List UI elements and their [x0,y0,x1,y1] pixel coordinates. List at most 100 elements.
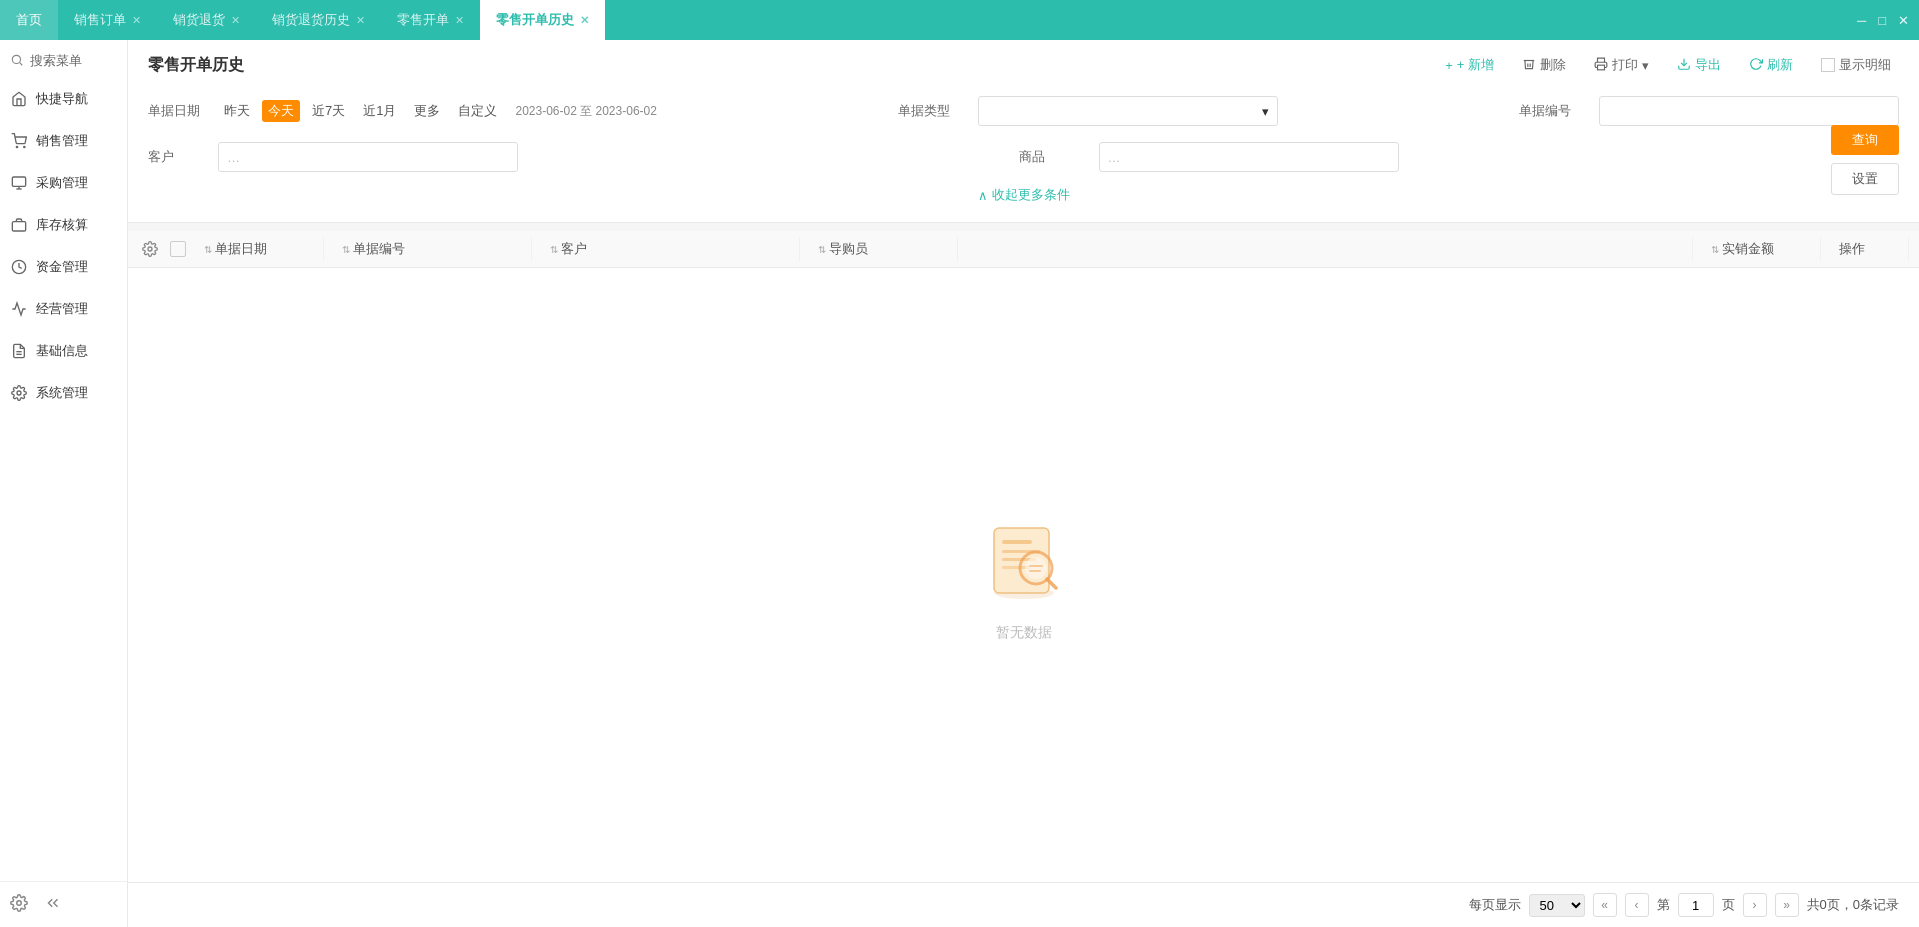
svg-point-12 [17,901,22,906]
sidebar: 搜索菜单 快捷导航 销售管理 [0,40,128,927]
page-next-btn[interactable]: › [1743,893,1767,917]
tab-retail-history-label: 零售开单历史 [496,11,574,29]
tab-sales-return-history[interactable]: 销货退货历史 ✕ [256,0,381,40]
tab-sales-order[interactable]: 销售订单 ✕ [58,0,157,40]
per-page-select[interactable]: 50 20 100 [1529,894,1585,917]
tab-sales-return-history-close[interactable]: ✕ [356,14,365,27]
date-opt-today[interactable]: 今天 [262,100,300,122]
customer-placeholder: … [227,150,240,165]
delete-button[interactable]: 删除 [1514,52,1574,78]
tab-retail-history[interactable]: 零售开单历史 ✕ [480,0,605,40]
add-button[interactable]: + + 新增 [1437,52,1502,78]
tab-home-label: 首页 [16,11,42,29]
col-header-amount[interactable]: ⇅ 实销金额 [1701,237,1821,261]
sidebar-item-system[interactable]: 系统管理 [0,372,127,414]
tab-sales-return-label: 销货退货 [173,11,225,29]
svg-rect-7 [12,222,25,231]
minimize-icon[interactable]: ─ [1857,13,1866,28]
svg-point-3 [24,146,25,147]
maximize-icon[interactable]: □ [1878,13,1886,28]
date-opt-more[interactable]: 更多 [408,100,446,122]
goods-placeholder: … [1108,150,1121,165]
tab-sales-return[interactable]: 销货退货 ✕ [157,0,256,40]
set-button[interactable]: 设置 [1831,163,1899,195]
print-icon [1594,57,1608,74]
toolbar-buttons: + + 新增 删除 [1437,52,1899,78]
col-header-customer[interactable]: ⇅ 客户 [540,237,800,261]
svg-rect-4 [12,177,25,186]
tab-retail-open-close[interactable]: ✕ [455,14,464,27]
sidebar-item-sales-label: 销售管理 [36,132,88,150]
print-dropdown-icon: ▾ [1642,58,1649,73]
type-select[interactable]: ▾ [978,96,1278,126]
empty-text: 暂无数据 [996,624,1052,642]
pagination: 每页显示 50 20 100 « ‹ 第 页 › » 共0页，0条记录 [128,882,1919,927]
filter-area: 单据日期 昨天 今天 近7天 近1月 更多 自定义 2023-06-02 至 2… [148,90,1899,222]
date-label: 单据日期 [148,102,218,120]
sort-icon-amount: ⇅ [1711,244,1719,255]
tab-retail-history-close[interactable]: ✕ [580,14,589,27]
sidebar-item-inventory-label: 库存核算 [36,216,88,234]
refresh-icon [1749,57,1763,74]
svg-point-11 [17,391,21,395]
sidebar-item-operations[interactable]: 经营管理 [0,288,127,330]
date-opt-7days[interactable]: 近7天 [306,100,351,122]
customer-input[interactable]: … [218,142,518,172]
sort-icon-guide: ⇅ [818,244,826,255]
refresh-label: 刷新 [1767,56,1793,74]
tab-sales-return-history-label: 销货退货历史 [272,11,350,29]
tab-home[interactable]: 首页 [0,0,58,40]
sidebar-item-basic-info[interactable]: 基础信息 [0,330,127,372]
goods-input[interactable]: … [1099,142,1399,172]
tab-retail-open[interactable]: 零售开单 ✕ [381,0,480,40]
page-last-btn[interactable]: » [1775,893,1799,917]
page-prev-btn[interactable]: ‹ [1625,893,1649,917]
tab-sales-return-close[interactable]: ✕ [231,14,240,27]
sidebar-search[interactable]: 搜索菜单 [0,40,127,78]
col-header-num[interactable]: ⇅ 单据编号 [332,237,532,261]
refresh-button[interactable]: 刷新 [1741,52,1801,78]
tab-sales-order-close[interactable]: ✕ [132,14,141,27]
svg-point-15 [148,247,152,251]
page-title: 零售开单历史 [148,55,244,76]
search-icon [10,53,24,70]
sidebar-bottom [0,881,127,927]
sort-icon-customer: ⇅ [550,244,558,255]
home-icon [10,90,28,108]
col-header-date[interactable]: ⇅ 单据日期 [194,237,324,261]
close-window-icon[interactable]: ✕ [1898,13,1909,28]
print-button[interactable]: 打印 ▾ [1586,52,1657,78]
date-range-text: 2023-06-02 至 2023-06-02 [515,103,656,120]
sidebar-item-sales-mgmt[interactable]: 销售管理 [0,120,127,162]
table-settings-icon[interactable] [138,237,162,261]
sidebar-item-quick-nav[interactable]: 快捷导航 [0,78,127,120]
num-input[interactable] [1599,96,1899,126]
page-first-btn[interactable]: « [1593,893,1617,917]
table-toolbar: ⇅ 单据日期 ⇅ 单据编号 ⇅ 客户 ⇅ 导购员 ⇅ 实销 [128,231,1919,268]
page-title-row: 零售开单历史 + + 新增 删除 [148,52,1899,78]
sidebar-item-finance[interactable]: 资金管理 [0,246,127,288]
sidebar-item-purchase-mgmt[interactable]: 采购管理 [0,162,127,204]
type-label: 单据类型 [898,102,978,120]
settings-bottom-icon[interactable] [10,894,28,915]
sidebar-item-finance-label: 资金管理 [36,258,88,276]
select-all-checkbox[interactable] [170,241,186,257]
svg-line-1 [20,62,23,65]
date-opt-custom[interactable]: 自定义 [452,100,503,122]
page-input[interactable] [1678,893,1714,917]
collapse-sidebar-icon[interactable] [44,894,62,915]
date-opt-1month[interactable]: 近1月 [357,100,402,122]
sidebar-item-basic-label: 基础信息 [36,342,88,360]
sort-icon-num: ⇅ [342,244,350,255]
export-button[interactable]: 导出 [1669,52,1729,78]
date-opt-yesterday[interactable]: 昨天 [218,100,256,122]
query-button[interactable]: 查询 [1831,125,1899,155]
sidebar-item-inventory[interactable]: 库存核算 [0,204,127,246]
sidebar-item-purchase-label: 采购管理 [36,174,88,192]
print-label: 打印 [1612,56,1638,74]
per-page-label: 每页显示 [1469,896,1521,914]
col-header-guide[interactable]: ⇅ 导购员 [808,237,958,261]
collapse-button[interactable]: ∧ 收起更多条件 [964,182,1084,208]
top-right-controls: ─ □ ✕ [1857,13,1909,28]
show-detail-button[interactable]: 显示明细 [1813,52,1899,78]
